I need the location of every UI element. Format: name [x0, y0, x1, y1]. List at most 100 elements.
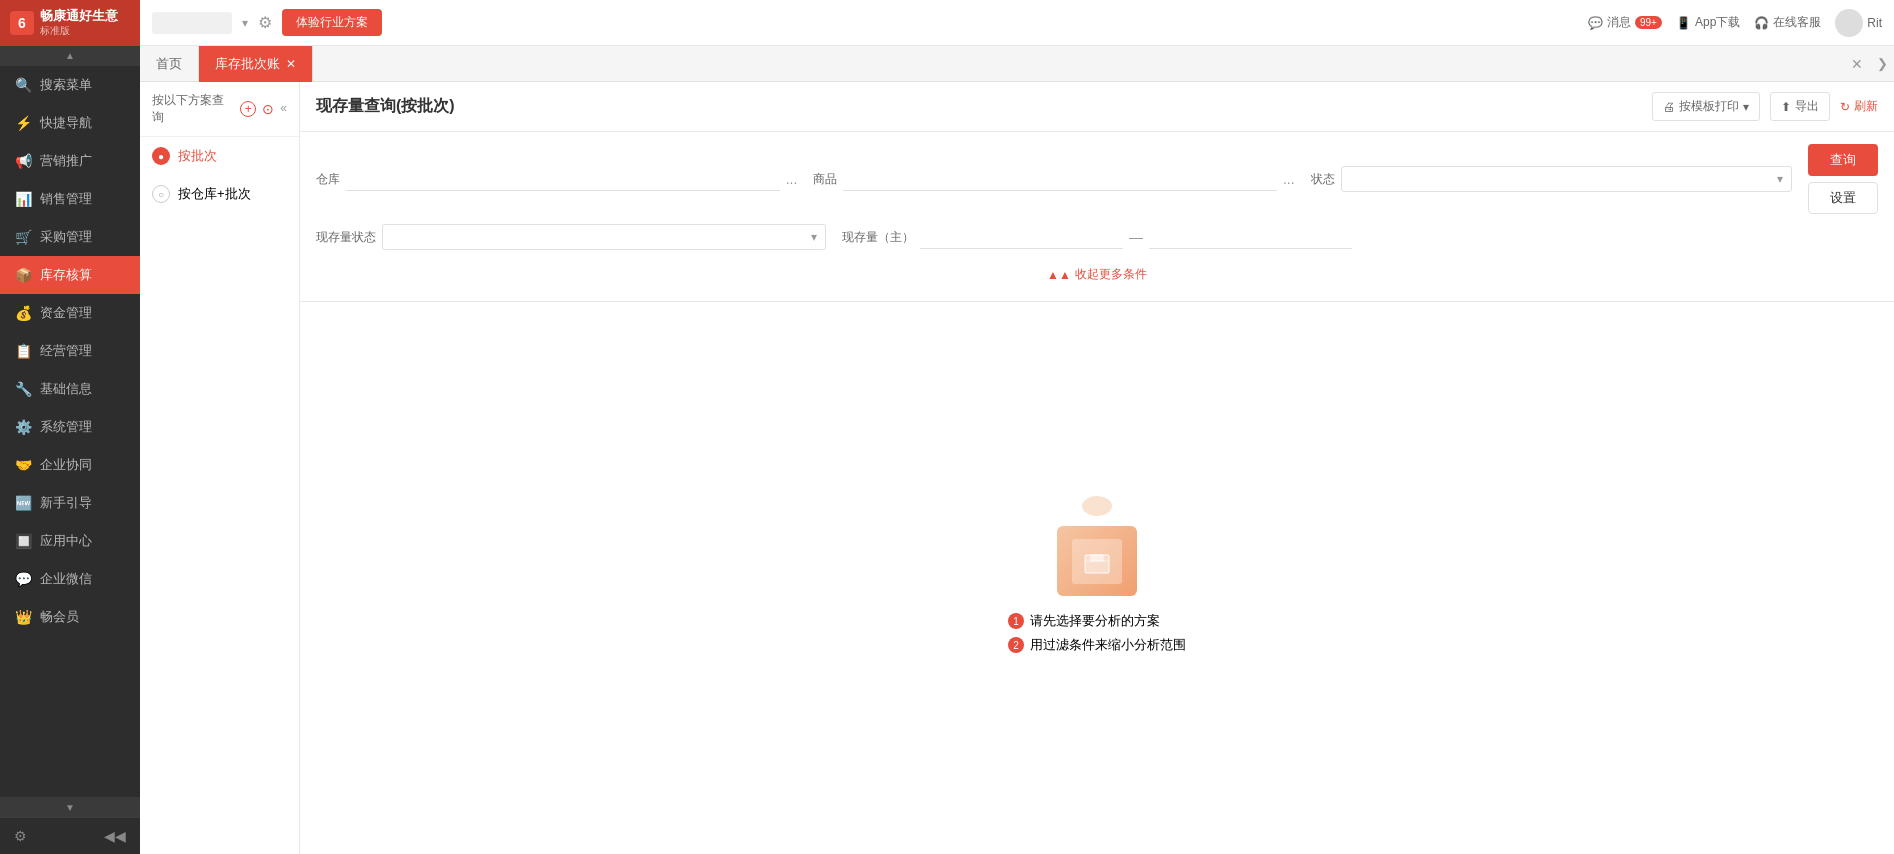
collapse-up-icon: ▲▲: [1047, 268, 1071, 282]
sidebar-item-inventory-label: 库存核算: [40, 266, 92, 284]
sidebar-item-purchase[interactable]: 🛒 采购管理: [0, 218, 140, 256]
sidebar-item-vip[interactable]: 👑 畅会员: [0, 598, 140, 636]
empty-smoke: [1082, 496, 1112, 516]
user-menu-btn[interactable]: Rit: [1835, 9, 1882, 37]
empty-state: 1 请先选择要分析的方案 2 用过滤条件来缩小分析范围: [300, 302, 1894, 854]
experience-btn[interactable]: 体验行业方案: [282, 9, 382, 36]
print-btn[interactable]: 🖨 按模板打印 ▾: [1652, 92, 1760, 121]
left-panel-title: 按以下方案查询: [152, 92, 234, 126]
collapse-sidebar-icon[interactable]: ◀◀: [104, 828, 126, 844]
query-btn[interactable]: 查询: [1808, 144, 1878, 176]
solution-settings-icon[interactable]: ⊙: [262, 101, 274, 117]
empty-box-inner: [1072, 539, 1122, 584]
apps-icon: 🔲: [14, 532, 32, 550]
sidebar-item-apps[interactable]: 🔲 应用中心: [0, 522, 140, 560]
sidebar-item-enterprise[interactable]: 🤝 企业协同: [0, 446, 140, 484]
topbar-gear-icon[interactable]: ⚙: [258, 13, 272, 32]
export-label: 导出: [1795, 98, 1819, 115]
sidebar-item-search-label: 搜索菜单: [40, 76, 92, 94]
status-chevron-icon: ▾: [1777, 172, 1783, 186]
stock-qty-max-input[interactable]: [1149, 226, 1352, 249]
collapse-left-panel-icon[interactable]: «: [280, 101, 287, 117]
crown-icon: 👑: [14, 608, 32, 626]
app-version: 标准版: [40, 24, 118, 38]
empty-tips-container: 1 请先选择要分析的方案 2 用过滤条件来缩小分析范围: [1008, 612, 1186, 660]
tab-batch-account[interactable]: 库存批次账 ✕: [199, 46, 313, 82]
sidebar-item-vip-label: 畅会员: [40, 608, 79, 626]
cart-icon: 🛒: [14, 228, 32, 246]
refresh-label: 刷新: [1854, 98, 1878, 115]
stock-status-select[interactable]: ▾: [382, 224, 826, 250]
status-label: 状态: [1311, 171, 1335, 188]
product-input[interactable]: [843, 168, 1277, 191]
sidebar-item-management[interactable]: 📋 经营管理: [0, 332, 140, 370]
sidebar-footer: ⚙ ◀◀: [0, 817, 140, 854]
online-service-btn[interactable]: 🎧 在线客服: [1754, 14, 1821, 31]
tab-close-icon[interactable]: ✕: [286, 57, 296, 71]
sidebar-item-system[interactable]: ⚙️ 系统管理: [0, 408, 140, 446]
refresh-btn[interactable]: ↻ 刷新: [1840, 98, 1878, 115]
tab-home-label: 首页: [156, 55, 182, 73]
sidebar-scroll-up[interactable]: ▲: [0, 46, 140, 66]
left-panel: 按以下方案查询 + ⊙ « ● 按批次 ○ 按仓库+批次: [140, 82, 300, 854]
tab-close-all-btn[interactable]: ✕: [1841, 46, 1873, 82]
sidebar-item-quick-nav[interactable]: ⚡ 快捷导航: [0, 104, 140, 142]
empty-illustration: [1037, 496, 1157, 596]
product-dots-btn[interactable]: ...: [1283, 171, 1295, 187]
print-chevron-icon: ▾: [1743, 100, 1749, 114]
toolbar-right: 🖨 按模板打印 ▾ ⬆ 导出 ↻ 刷新: [1652, 92, 1878, 121]
messages-btn[interactable]: 💬 消息 99+: [1588, 14, 1662, 31]
refresh-icon: ↻: [1840, 100, 1850, 114]
left-panel-actions: + ⊙ «: [240, 101, 287, 117]
product-label: 商品: [813, 171, 837, 188]
sidebar-item-enterprise-label: 企业协同: [40, 456, 92, 474]
sidebar-item-newbie[interactable]: 🆕 新手引导: [0, 484, 140, 522]
filter-bar: 仓库 ... 商品 ... 状态 ▾: [300, 132, 1894, 302]
message-icon: 💬: [1588, 16, 1603, 30]
collapse-more-label: 收起更多条件: [1075, 266, 1147, 283]
sidebar-item-basic-info[interactable]: 🔧 基础信息: [0, 370, 140, 408]
sidebar-item-newbie-label: 新手引导: [40, 494, 92, 512]
add-solution-icon[interactable]: +: [240, 101, 256, 117]
stock-qty-min-input[interactable]: [920, 226, 1123, 249]
warehouse-label: 仓库: [316, 171, 340, 188]
settings-icon[interactable]: ⚙: [14, 828, 27, 844]
sidebar-item-search[interactable]: 🔍 搜索菜单: [0, 66, 140, 104]
headset-icon: 🎧: [1754, 16, 1769, 30]
solution-dot-inactive: ○: [152, 185, 170, 203]
right-panel: 现存量查询(按批次) 🖨 按模板打印 ▾ ⬆ 导出 ↻ 刷新: [300, 82, 1894, 854]
sidebar-item-inventory[interactable]: 📦 库存核算: [0, 256, 140, 294]
sidebar-item-finance[interactable]: 💰 资金管理: [0, 294, 140, 332]
sidebar-item-wechat[interactable]: 💬 企业微信: [0, 560, 140, 598]
app-download-btn[interactable]: 📱 App下载: [1676, 14, 1740, 31]
topbar-chevron-icon: ▾: [242, 16, 248, 30]
search-icon: 🔍: [14, 76, 32, 94]
warehouse-dots-btn[interactable]: ...: [786, 171, 798, 187]
status-select[interactable]: ▾: [1341, 166, 1792, 192]
sidebar-item-purchase-label: 采购管理: [40, 228, 92, 246]
export-btn[interactable]: ⬆ 导出: [1770, 92, 1830, 121]
topbar-search-input[interactable]: [152, 12, 232, 34]
sidebar-item-system-label: 系统管理: [40, 418, 92, 436]
stock-status-chevron-icon: ▾: [811, 230, 817, 244]
print-icon: 🖨: [1663, 100, 1675, 114]
product-filter-group: 商品 ...: [813, 168, 1294, 191]
collapse-more-btn[interactable]: ▲▲ 收起更多条件: [316, 260, 1878, 289]
sidebar-item-sales[interactable]: 📊 销售管理: [0, 180, 140, 218]
solution-item-batch[interactable]: ● 按批次: [140, 137, 299, 175]
filter-row-2: 现存量状态 ▾ 现存量（主） —: [316, 224, 1878, 250]
settings-btn[interactable]: 设置: [1808, 182, 1878, 214]
export-icon: ⬆: [1781, 100, 1791, 114]
empty-box: [1057, 526, 1137, 596]
tab-home[interactable]: 首页: [140, 46, 199, 82]
solution-item-warehouse-batch[interactable]: ○ 按仓库+批次: [140, 175, 299, 213]
sidebar-item-marketing[interactable]: 📢 营销推广: [0, 142, 140, 180]
sidebar-item-basic-info-label: 基础信息: [40, 380, 92, 398]
page-title: 现存量查询(按批次): [316, 96, 455, 117]
wrench-icon: 🔧: [14, 380, 32, 398]
tab-scroll-icon[interactable]: ❯: [1877, 56, 1894, 71]
sidebar-scroll-down[interactable]: ▼: [0, 797, 140, 817]
warehouse-input[interactable]: [346, 168, 780, 191]
topbar-right: 💬 消息 99+ 📱 App下载 🎧 在线客服 Rit: [1588, 9, 1882, 37]
solution-dot-active: ●: [152, 147, 170, 165]
